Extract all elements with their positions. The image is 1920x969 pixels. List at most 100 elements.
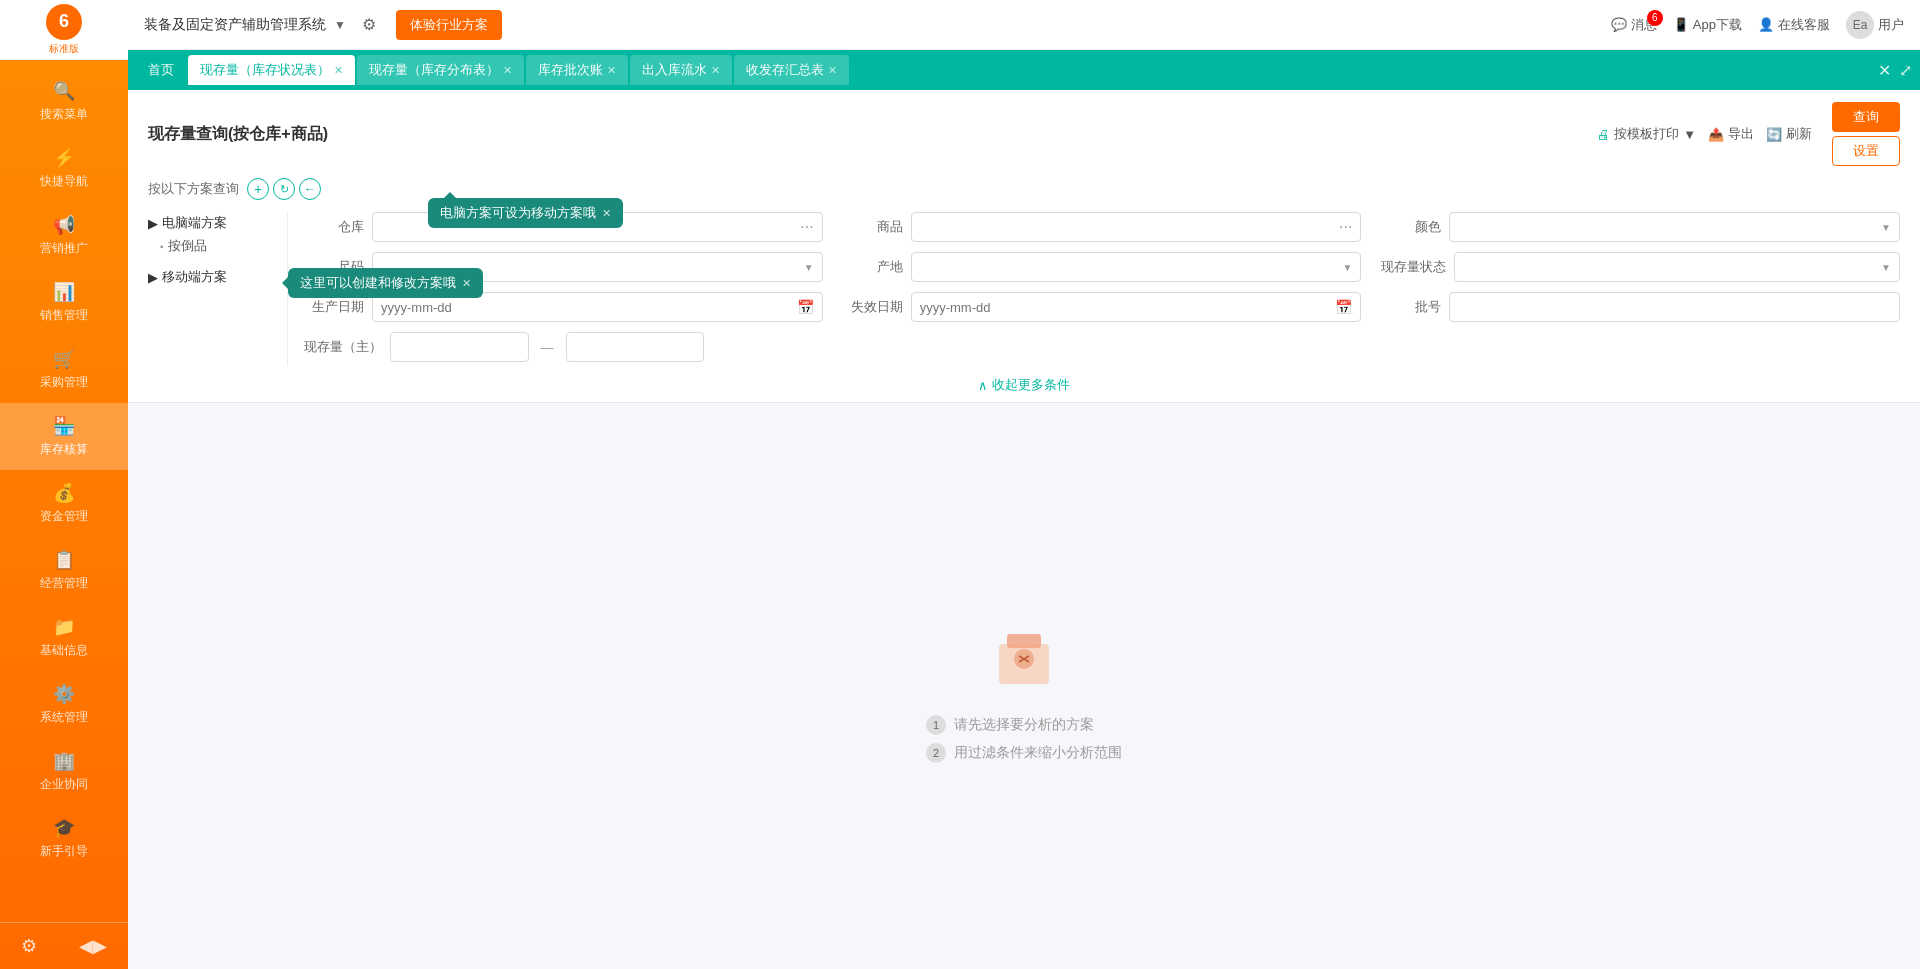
goods-select[interactable]: ··· bbox=[911, 212, 1362, 242]
color-arrow-icon: ▼ bbox=[1881, 222, 1891, 233]
stock-status-select[interactable]: ▼ bbox=[1454, 252, 1900, 282]
filter-actions: + ↻ ← bbox=[247, 178, 321, 200]
refresh-scheme-btn[interactable]: ↻ bbox=[273, 178, 295, 200]
print-arrow: ▼ bbox=[1683, 127, 1696, 142]
tab-inventory-status-close[interactable]: ✕ bbox=[334, 64, 343, 77]
app-download-label: App下载 bbox=[1693, 16, 1742, 34]
sidebar-item-search[interactable]: 🔍 搜索菜单 bbox=[0, 68, 128, 135]
expiry-date-input-wrap: 📅 bbox=[911, 292, 1362, 322]
tab-home[interactable]: 首页 bbox=[136, 55, 186, 85]
refresh-btn[interactable]: 🔄 刷新 bbox=[1766, 125, 1812, 143]
scheme-group-mobile-header[interactable]: ▶ 移动端方案 bbox=[148, 266, 275, 288]
color-select[interactable]: ▼ bbox=[1449, 212, 1900, 242]
tab-inventory-dist-close[interactable]: ✕ bbox=[503, 64, 512, 77]
tab-receive-summary-close[interactable]: ✕ bbox=[828, 64, 837, 77]
prev-scheme-btn[interactable]: ← bbox=[299, 178, 321, 200]
refresh-label: 刷新 bbox=[1786, 125, 1812, 143]
tab-inventory-dist[interactable]: 现存量（库存分布表） ✕ bbox=[357, 55, 524, 85]
sidebar-item-enterprise[interactable]: 🏢 企业协同 bbox=[0, 738, 128, 805]
system-dropdown[interactable]: ▼ bbox=[334, 18, 346, 32]
sidebar-item-system-label: 系统管理 bbox=[40, 709, 88, 726]
sidebar-item-operations-label: 经营管理 bbox=[40, 575, 88, 592]
field-origin: 产地 ▼ bbox=[843, 252, 1362, 282]
tooltip-scheme-edit-close[interactable]: ✕ bbox=[462, 277, 471, 290]
logo-icon: 6 bbox=[46, 4, 82, 40]
sidebar-item-basic[interactable]: 📁 基础信息 bbox=[0, 604, 128, 671]
sales-icon: 📊 bbox=[53, 281, 75, 303]
tooltip-scheme-mobile-close[interactable]: ✕ bbox=[602, 207, 611, 220]
sidebar-settings-btn[interactable]: ⚙ bbox=[21, 935, 37, 957]
sidebar-item-sales[interactable]: 📊 销售管理 bbox=[0, 269, 128, 336]
tab-inventory-status[interactable]: 现存量（库存状况表） ✕ bbox=[188, 55, 355, 85]
field-stock-status: 现存量状态 ▼ bbox=[1381, 252, 1900, 282]
sidebar-item-system[interactable]: ⚙️ 系统管理 bbox=[0, 671, 128, 738]
sidebar-item-quicknav-label: 快捷导航 bbox=[40, 173, 88, 190]
empty-illustration bbox=[979, 609, 1069, 699]
page-title: 现存量查询(按仓库+商品) bbox=[148, 124, 328, 145]
refresh-icon: 🔄 bbox=[1766, 127, 1782, 142]
sidebar-nav: 🔍 搜索菜单 ⚡ 快捷导航 📢 营销推广 📊 销售管理 🛒 采购管理 🏪 库存核… bbox=[0, 60, 128, 922]
range-separator: — bbox=[541, 340, 554, 355]
goods-more-icon: ··· bbox=[1339, 218, 1352, 236]
expiry-date-calendar-icon[interactable]: 📅 bbox=[1335, 299, 1352, 315]
filter-row-3: 生产日期 📅 失效日期 📅 bbox=[304, 292, 1900, 322]
print-icon: 🖨 bbox=[1597, 127, 1610, 142]
tab-close-all-icon[interactable]: ✕ bbox=[1878, 61, 1891, 80]
sidebar-item-quicknav[interactable]: ⚡ 快捷导航 bbox=[0, 135, 128, 202]
add-scheme-btn[interactable]: + bbox=[247, 178, 269, 200]
print-btn[interactable]: 🖨 按模板打印 ▼ bbox=[1597, 125, 1696, 143]
page-actions: 🖨 按模板打印 ▼ 📤 导出 🔄 刷新 查询 设 bbox=[1597, 102, 1900, 166]
empty-step-1: 1 请先选择要分析的方案 bbox=[926, 715, 1094, 735]
stock-main-from-input[interactable] bbox=[390, 332, 529, 362]
stock-main-label: 现存量（主） bbox=[304, 338, 382, 356]
tab-inventory-batch[interactable]: 库存批次账 ✕ bbox=[526, 55, 628, 85]
message-btn[interactable]: 💬 消息 6 bbox=[1611, 16, 1657, 34]
tab-inout-flow-close[interactable]: ✕ bbox=[711, 64, 720, 77]
tab-receive-summary[interactable]: 收发存汇总表 ✕ bbox=[734, 55, 849, 85]
tab-fullscreen-icon[interactable]: ⤢ bbox=[1899, 61, 1912, 80]
sidebar-item-finance[interactable]: 💰 资金管理 bbox=[0, 470, 128, 537]
production-date-input[interactable] bbox=[381, 300, 797, 315]
tab-inout-flow[interactable]: 出入库流水 ✕ bbox=[630, 55, 732, 85]
tab-bar-right: ✕ ⤢ bbox=[1878, 61, 1912, 80]
industry-btn[interactable]: 体验行业方案 bbox=[396, 10, 502, 40]
scheme-group-pc-header[interactable]: ▶ 电脑端方案 bbox=[148, 212, 275, 234]
print-label: 按模板打印 bbox=[1614, 125, 1679, 143]
tooltip-scheme-mobile: 电脑方案可设为移动方案哦 ✕ bbox=[428, 198, 623, 228]
svg-rect-1 bbox=[1007, 634, 1041, 648]
collapse-bar[interactable]: ∧ 收起更多条件 bbox=[148, 366, 1900, 402]
sidebar-item-inventory[interactable]: 🏪 库存核算 bbox=[0, 403, 128, 470]
sidebar-item-guide[interactable]: 🎓 新手引导 bbox=[0, 805, 128, 872]
expiry-date-input[interactable] bbox=[920, 300, 1336, 315]
sidebar-item-operations[interactable]: 📋 经营管理 bbox=[0, 537, 128, 604]
page-title-row: 现存量查询(按仓库+商品) 🖨 按模板打印 ▼ 📤 导出 🔄 刷新 bbox=[148, 102, 1900, 166]
reset-btn[interactable]: 设置 bbox=[1832, 136, 1900, 166]
batch-no-input[interactable] bbox=[1449, 292, 1900, 322]
empty-step-2: 2 用过滤条件来缩小分析范围 bbox=[926, 743, 1122, 763]
size-arrow-icon: ▼ bbox=[804, 262, 814, 273]
app-download-btn[interactable]: 📱 App下载 bbox=[1673, 16, 1742, 34]
stock-main-to-input[interactable] bbox=[566, 332, 705, 362]
step1-text: 请先选择要分析的方案 bbox=[954, 716, 1094, 734]
scheme-group-mobile: ▶ 移动端方案 bbox=[148, 266, 275, 288]
expiry-date-label: 失效日期 bbox=[843, 298, 903, 316]
tab-inventory-batch-close[interactable]: ✕ bbox=[607, 64, 616, 77]
tab-bar: 首页 现存量（库存状况表） ✕ 现存量（库存分布表） ✕ 库存批次账 ✕ 出入库… bbox=[128, 50, 1920, 90]
sidebar-item-purchase[interactable]: 🛒 采购管理 bbox=[0, 336, 128, 403]
stock-status-label: 现存量状态 bbox=[1381, 258, 1446, 276]
scheme-group-pc-label: 电脑端方案 bbox=[162, 214, 227, 232]
header-right: 💬 消息 6 📱 App下载 👤 在线客服 Ea 用户 bbox=[1611, 11, 1904, 39]
settings-icon[interactable]: ⚙ bbox=[362, 15, 376, 34]
sidebar-item-enterprise-label: 企业协同 bbox=[40, 776, 88, 793]
search-btn[interactable]: 查询 bbox=[1832, 102, 1900, 132]
tab-inventory-batch-label: 库存批次账 bbox=[538, 61, 603, 79]
sidebar-collapse-btn[interactable]: ◀▶ bbox=[79, 935, 107, 957]
sidebar-item-marketing[interactable]: 📢 营销推广 bbox=[0, 202, 128, 269]
filter-fields: 仓库 ··· 商品 ··· bbox=[304, 212, 1900, 366]
user-area[interactable]: Ea 用户 bbox=[1846, 11, 1904, 39]
scheme-item-goods[interactable]: ▪ 按倒品 bbox=[148, 234, 275, 258]
export-btn[interactable]: 📤 导出 bbox=[1708, 125, 1754, 143]
origin-select[interactable]: ▼ bbox=[911, 252, 1362, 282]
online-support-btn[interactable]: 👤 在线客服 bbox=[1758, 16, 1830, 34]
production-date-calendar-icon[interactable]: 📅 bbox=[797, 299, 814, 315]
